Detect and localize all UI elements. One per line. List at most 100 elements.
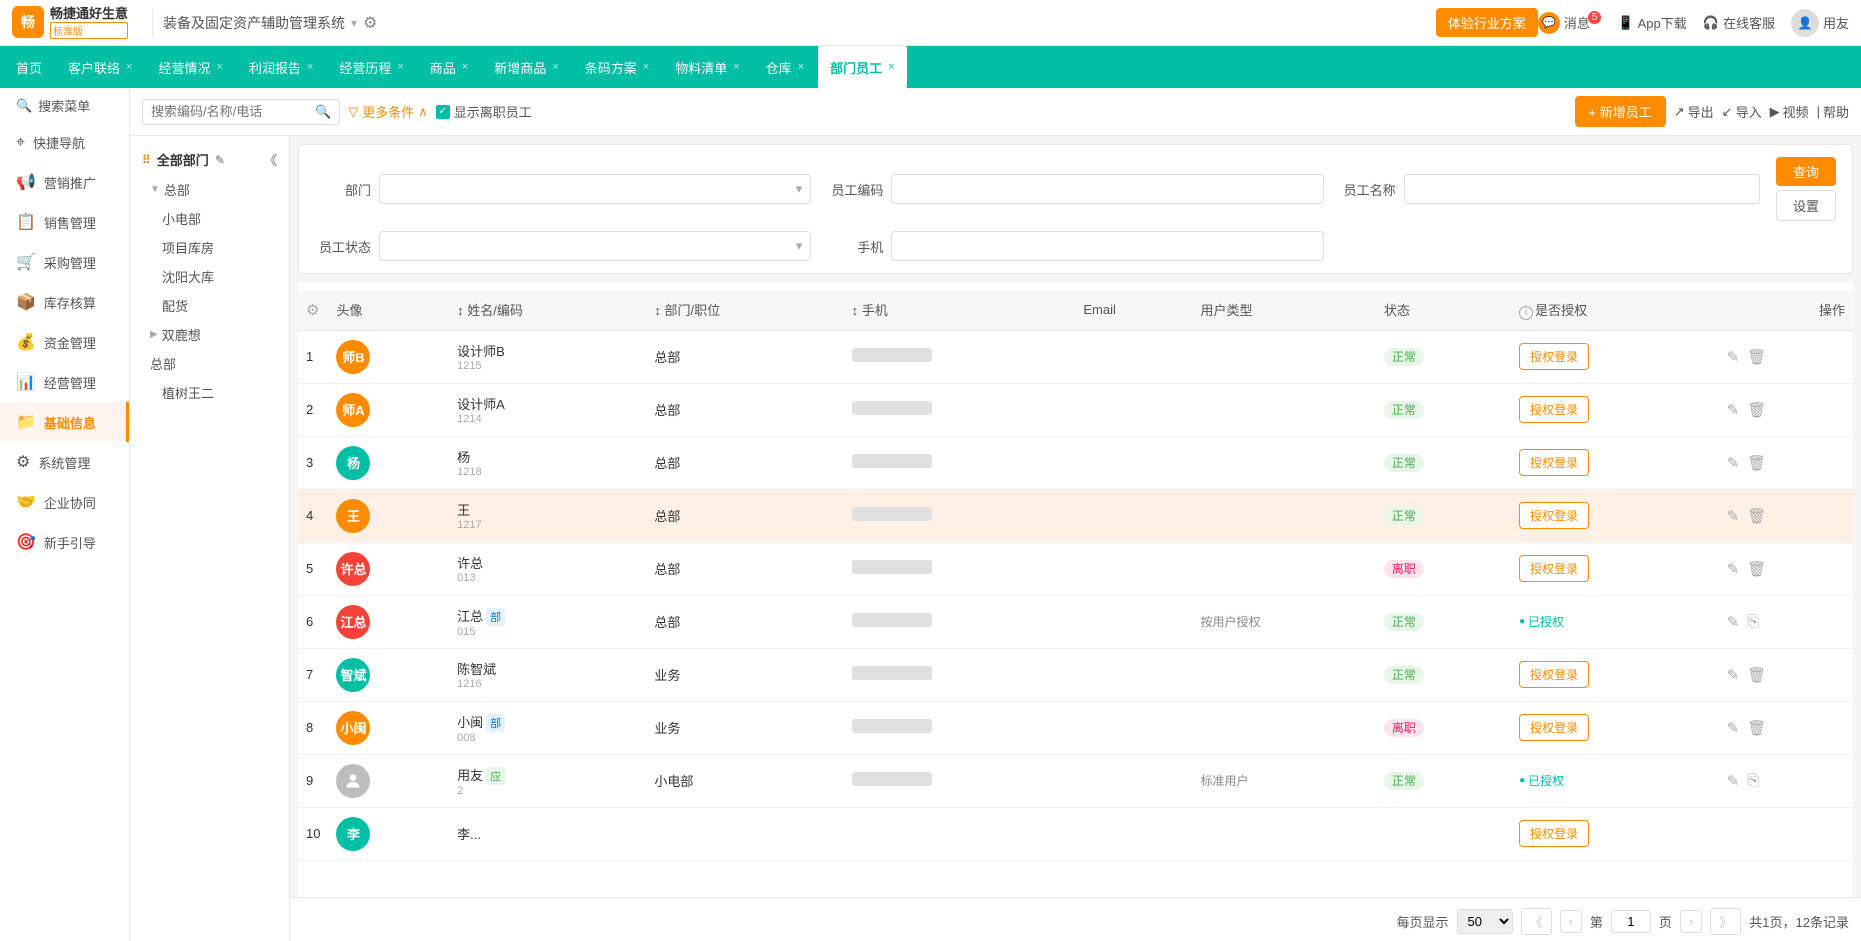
import-btn[interactable]: ↙ 导入 <box>1722 102 1762 121</box>
nav-item-operation[interactable]: 经营情况 × <box>146 46 234 88</box>
nav-item-goods[interactable]: 商品 × <box>418 46 480 88</box>
sidebar-item-operation-mgmt[interactable]: 📊 经营管理 <box>0 362 129 402</box>
view-btn[interactable]: ▶ 视频 <box>1770 102 1809 121</box>
dept-node-zongbu2[interactable]: 总部 <box>130 349 289 378</box>
help-btn[interactable]: | 帮助 <box>1817 102 1849 121</box>
last-page-btn[interactable]: 》 <box>1710 908 1741 935</box>
import-icon: ↙ <box>1722 104 1733 120</box>
nav-item-customer[interactable]: 客户联络 × <box>56 46 144 88</box>
dept-node-shenyang[interactable]: 沈阳大库 <box>130 262 289 291</box>
auth-btn[interactable]: 授权登录 <box>1519 343 1589 370</box>
search-input[interactable] <box>151 104 311 119</box>
sidebar-item-purchase[interactable]: 🛒 采购管理 <box>0 242 129 282</box>
nav-item-home[interactable]: 首页 <box>4 46 54 88</box>
nav-item-newgoods[interactable]: 新增商品 × <box>482 46 570 88</box>
filter-btn[interactable]: ▽ 更多条件 ∧ <box>348 102 428 121</box>
first-page-btn[interactable]: 《 <box>1521 908 1552 935</box>
total-count: 共1页，12条记录 <box>1749 912 1849 931</box>
auth-btn[interactable]: 授权登录 <box>1519 396 1589 423</box>
nav-item-profit[interactable]: 利润报告 × <box>237 46 325 88</box>
nav-item-history[interactable]: 经营历程 × <box>327 46 415 88</box>
add-employee-btn[interactable]: + 新增员工 <box>1575 96 1666 127</box>
chevron-down-icon: ▾ <box>796 181 803 197</box>
sidebar-item-finance[interactable]: 💰 资金管理 <box>0 322 129 362</box>
delete-icon[interactable]: 🗑 <box>1747 348 1766 366</box>
sidebar-item-collab[interactable]: 🤝 企业协同 <box>0 482 129 522</box>
emp-code-input[interactable] <box>891 174 1323 204</box>
settings-icon[interactable]: ⚙ <box>363 13 377 33</box>
auth-btn[interactable]: 授权登录 <box>1519 502 1589 529</box>
emp-name-input[interactable] <box>1404 174 1760 204</box>
col-name[interactable]: ↕ 姓名/编码 <box>449 290 646 330</box>
copy-icon[interactable]: ⎘ <box>1747 613 1759 630</box>
auth-btn[interactable]: 授权登录 <box>1519 714 1589 741</box>
edit-icon[interactable]: ✎ <box>1727 772 1740 790</box>
emp-status-select[interactable]: ▾ <box>379 231 811 261</box>
delete-icon[interactable]: 🗑 <box>1747 719 1766 737</box>
sidebar-item-marketing[interactable]: 📢 营销推广 <box>0 162 129 202</box>
try-btn[interactable]: 体验行业方案 <box>1436 8 1538 37</box>
message-btn[interactable]: 💬 消息 5 <box>1538 12 1602 34</box>
reset-btn[interactable]: 设置 <box>1776 190 1836 221</box>
edit-icon[interactable]: ✎ <box>1727 666 1740 684</box>
table-settings-icon[interactable]: ⚙ <box>306 302 319 319</box>
search-icon: 🔍 <box>315 104 331 120</box>
online-service-btn[interactable]: 🎧 在线客服 <box>1703 13 1775 32</box>
sidebar-item-shortcuts[interactable]: ⌖ 快捷导航 <box>0 123 129 162</box>
edit-icon[interactable]: ✎ <box>1727 348 1740 366</box>
sidebar-item-inventory[interactable]: 📦 库存核算 <box>0 282 129 322</box>
user-avatar[interactable]: 👤 用友 <box>1791 9 1849 37</box>
collapse-tree-btn[interactable]: 《 <box>264 150 277 169</box>
dept-node-xianmu[interactable]: 项目库房 <box>130 233 289 262</box>
edit-icon[interactable]: ✎ <box>1727 719 1740 737</box>
edit-icon[interactable]: ✎ <box>1727 401 1740 419</box>
edit-icon[interactable]: ✎ <box>1727 613 1740 631</box>
app-download-btn[interactable]: 📱 App下载 <box>1617 13 1686 32</box>
sidebar-item-basic-info[interactable]: 📁 基础信息 <box>0 402 129 442</box>
next-page-btn[interactable]: › <box>1680 910 1702 933</box>
delete-icon[interactable]: 🗑 <box>1747 401 1766 419</box>
sidebar-item-system[interactable]: ⚙ 系统管理 <box>0 442 129 482</box>
export-btn[interactable]: ↗ 导出 <box>1674 102 1714 121</box>
edit-icon[interactable]: ✎ <box>1727 454 1740 472</box>
dept-node-zongbu[interactable]: ▼ 总部 <box>130 175 289 204</box>
auth-btn[interactable]: 授权登录 <box>1519 449 1589 476</box>
dept-node-xiaodianbu[interactable]: 小电部 <box>130 204 289 233</box>
avatar: 师B <box>336 340 370 374</box>
nav-item-warehouse[interactable]: 仓库 × <box>754 46 816 88</box>
nav-item-bom[interactable]: 物料清单 × <box>663 46 751 88</box>
chevron-up-icon: ∧ <box>418 104 428 120</box>
auth-btn[interactable]: 授权登录 <box>1519 555 1589 582</box>
page-input[interactable] <box>1611 910 1651 933</box>
edit-icon[interactable]: ✎ <box>1727 507 1740 525</box>
chevron-down-icon[interactable]: ▾ <box>351 16 357 30</box>
dept-node-zhishu[interactable]: 植树王二 <box>130 378 289 407</box>
status-badge: 正常 <box>1384 772 1424 790</box>
dept-node-peihuo[interactable]: 配货 <box>130 291 289 320</box>
nav-item-barcode[interactable]: 条码方案 × <box>573 46 661 88</box>
show-resign-toggle[interactable]: ✓ 显示离职员工 <box>436 102 532 121</box>
search-box[interactable]: 🔍 <box>142 99 340 125</box>
edit-dept-icon[interactable]: ✎ <box>215 153 225 167</box>
dept-node-shuanglu[interactable]: ▶ 双鹿想 <box>130 320 289 349</box>
nav-item-dept[interactable]: 部门员工 × <box>818 46 906 88</box>
sidebar-item-guide[interactable]: 🎯 新手引导 <box>0 522 129 562</box>
auth-btn[interactable]: 授权登录 <box>1519 820 1589 847</box>
col-phone[interactable]: ↕ 手机 <box>844 290 1076 330</box>
auth-btn[interactable]: 授权登录 <box>1519 661 1589 688</box>
copy-icon[interactable]: ⎘ <box>1747 772 1759 789</box>
delete-icon[interactable]: 🗑 <box>1747 507 1766 525</box>
search-menu-item[interactable]: 🔍 搜索菜单 <box>0 88 129 123</box>
phone-input[interactable] <box>891 231 1323 261</box>
prev-page-btn[interactable]: ‹ <box>1560 910 1582 933</box>
delete-icon[interactable]: 🗑 <box>1747 560 1766 578</box>
query-btn[interactable]: 查询 <box>1776 157 1836 186</box>
delete-icon[interactable]: 🗑 <box>1747 666 1766 684</box>
edit-icon[interactable]: ✎ <box>1727 560 1740 578</box>
delete-icon[interactable]: 🗑 <box>1747 454 1766 472</box>
status-badge: 正常 <box>1384 348 1424 366</box>
col-dept[interactable]: ↕ 部门/职位 <box>646 290 843 330</box>
sidebar-item-sales[interactable]: 📋 销售管理 <box>0 202 129 242</box>
per-page-select[interactable]: 50 20 100 <box>1457 909 1513 934</box>
dept-select[interactable]: ▾ <box>379 174 811 204</box>
